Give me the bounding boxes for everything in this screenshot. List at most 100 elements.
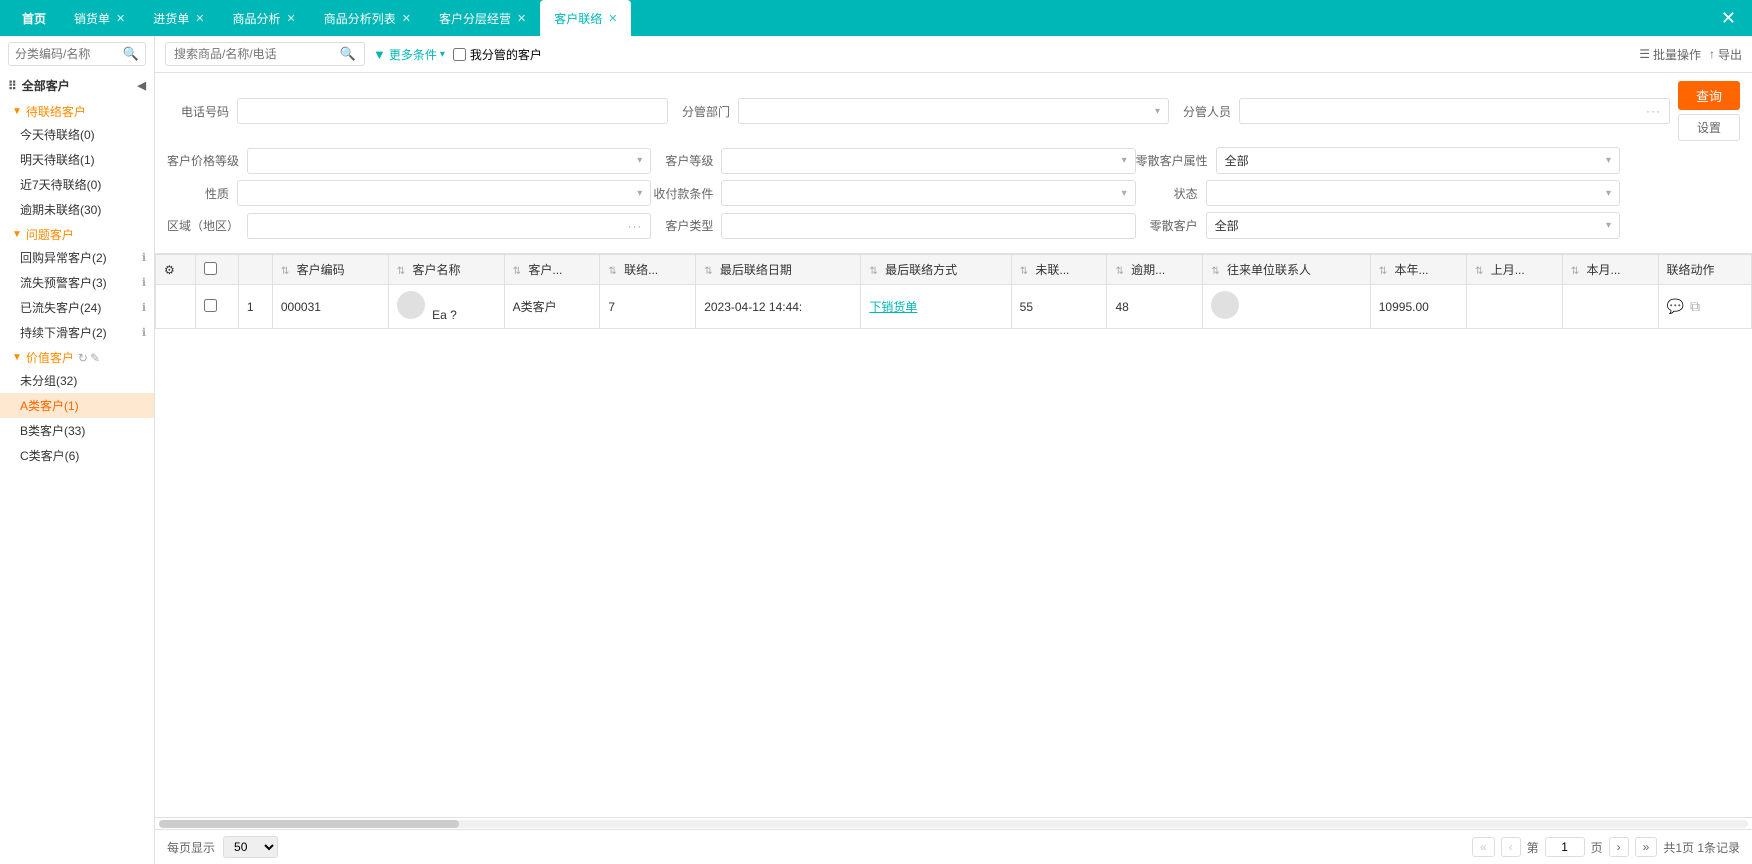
collapse-icon[interactable]: ◀	[138, 79, 146, 92]
last-page-button[interactable]: »	[1635, 837, 1658, 857]
export-button[interactable]: ↑ 导出	[1709, 46, 1742, 63]
sort-this-year-icon: ⇅	[1379, 266, 1387, 277]
sidebar-item-7days[interactable]: 近7天待联络(0)	[0, 172, 154, 197]
col-this-year[interactable]: ⇅ 本年...	[1370, 255, 1466, 285]
nav-customer-contact[interactable]: 客户联络 ✕	[540, 0, 631, 36]
dept-input[interactable]: ▾	[738, 98, 1169, 124]
col-name[interactable]: ⇅ 客户名称	[388, 255, 504, 285]
value-group-refresh[interactable]: ↻	[78, 351, 88, 365]
query-button[interactable]: 查询	[1678, 81, 1740, 110]
link-action-icon[interactable]: ⧉	[1690, 298, 1700, 315]
sidebar-item-overdue-contact[interactable]: 逾期未联络(30)	[0, 197, 154, 222]
row-checkbox-cell[interactable]	[195, 285, 238, 329]
region-input[interactable]: ···	[247, 213, 651, 239]
status-input[interactable]: ▾	[1206, 180, 1620, 206]
row-settings-cell	[156, 285, 196, 329]
nav-purchase[interactable]: 进货单 ✕	[139, 0, 218, 36]
person-input[interactable]: ···	[1239, 98, 1670, 124]
close-customer-contact-tab[interactable]: ✕	[608, 12, 617, 25]
first-page-button[interactable]: «	[1472, 837, 1495, 857]
comment-action-icon[interactable]: 💬	[1667, 298, 1684, 315]
phone-field: 电话号码	[167, 98, 668, 124]
value-group-edit[interactable]: ✎	[90, 351, 100, 365]
sort-unit-contact-icon: ⇅	[1211, 266, 1219, 277]
sidebar-search-input[interactable]	[15, 47, 123, 61]
nav-product-analysis[interactable]: 商品分析 ✕	[218, 0, 309, 36]
row-last-contact-method-cell[interactable]: 下销货单	[861, 285, 1011, 329]
settings-icon[interactable]: ⚙	[164, 263, 175, 277]
nav-sales[interactable]: 销货单 ✕	[60, 0, 139, 36]
row-action-cell: 💬 ⧉	[1658, 285, 1751, 329]
col-this-month[interactable]: ⇅ 本月...	[1562, 255, 1658, 285]
phone-input[interactable]	[237, 98, 668, 124]
customer-type-input[interactable]	[721, 213, 1135, 239]
col-unit-contact[interactable]: ⇅ 往来单位联系人	[1203, 255, 1371, 285]
sidebar-item-today[interactable]: 今天待联络(0)	[0, 122, 154, 147]
my-customers-checkbox[interactable]	[453, 48, 466, 61]
col-checkbox[interactable]	[195, 255, 238, 285]
scrollbar-thumb[interactable]	[159, 820, 459, 828]
sidebar-item-ungrouped[interactable]: 未分组(32)	[0, 368, 154, 393]
nav-home[interactable]: 首页	[8, 0, 60, 36]
col-overdue[interactable]: ⇅ 逾期...	[1107, 255, 1203, 285]
price-level-input[interactable]: ▾	[247, 148, 651, 174]
search-box[interactable]: 🔍	[165, 42, 365, 66]
horizontal-scrollbar[interactable]	[155, 817, 1752, 829]
close-purchase-tab[interactable]: ✕	[195, 12, 204, 25]
sidebar-search-box[interactable]: 🔍	[8, 42, 146, 66]
window-close-button[interactable]: ✕	[1713, 8, 1744, 29]
close-sales-tab[interactable]: ✕	[116, 12, 125, 25]
retail-customer-input[interactable]: 全部 ▾	[1206, 212, 1620, 239]
col-last-contact-method[interactable]: ⇅ 最后联络方式	[861, 255, 1011, 285]
close-customer-tier-tab[interactable]: ✕	[517, 12, 526, 25]
col-contact[interactable]: ⇅ 联络...	[600, 255, 696, 285]
col-last-month[interactable]: ⇅ 上月...	[1466, 255, 1562, 285]
row-checkbox[interactable]	[204, 299, 217, 312]
prev-page-button[interactable]: ‹	[1501, 837, 1521, 857]
settings-button[interactable]: 设置	[1678, 114, 1740, 141]
row-not-contacted-cell: 55	[1011, 285, 1107, 329]
nav-customer-tier[interactable]: 客户分层经营 ✕	[425, 0, 540, 36]
row-last-contact-date-cell: 2023-04-12 14:44:	[696, 285, 861, 329]
filter-icon: ▼	[373, 47, 386, 62]
filter-button[interactable]: ▼ 更多条件 ▾	[373, 46, 445, 63]
my-customers-filter[interactable]: 我分管的客户	[453, 46, 542, 63]
select-all-checkbox[interactable]	[204, 262, 217, 275]
arrow-problem: ▼	[12, 229, 22, 240]
col-not-contacted[interactable]: ⇅ 未联...	[1011, 255, 1107, 285]
sidebar-item-tomorrow[interactable]: 明天待联络(1)	[0, 147, 154, 172]
retail-customer-field: 零散客户 全部 ▾	[1136, 212, 1620, 239]
per-page-select[interactable]: 50 10 20 100	[223, 836, 278, 858]
col-type[interactable]: ⇅ 客户...	[504, 255, 600, 285]
payment-input[interactable]: ▾	[721, 180, 1135, 206]
next-page-button[interactable]: ›	[1609, 837, 1629, 857]
filter-row-1: 电话号码 分管部门 ▾ 分管人员 ··· 查询 设置	[167, 81, 1740, 141]
sidebar-item-class-b[interactable]: B类客户(33)	[0, 418, 154, 443]
close-product-analysis-list-tab[interactable]: ✕	[402, 12, 411, 25]
sidebar-item-churn-warning[interactable]: 流失预警客户(3) ℹ	[0, 270, 154, 295]
contact-method-link[interactable]: 下销货单	[869, 300, 917, 314]
group-value-customers[interactable]: ▼ 价值客户 ↻ ✎	[0, 345, 154, 368]
scrollbar-track	[159, 820, 1748, 828]
close-product-analysis-tab[interactable]: ✕	[287, 12, 296, 25]
group-problem-customers[interactable]: ▼ 问题客户	[0, 222, 154, 245]
nature-input[interactable]: ▾	[237, 180, 651, 206]
sidebar-item-class-a[interactable]: A类客户(1)	[0, 393, 154, 418]
all-customers-header[interactable]: ⠿ 全部客户 ◀	[0, 72, 154, 99]
page-number-input[interactable]	[1545, 837, 1585, 857]
sidebar-item-churned[interactable]: 已流失客户(24) ℹ	[0, 295, 154, 320]
col-last-contact-date[interactable]: ⇅ 最后联络日期	[696, 255, 861, 285]
sidebar-item-declining[interactable]: 持续下滑客户(2) ℹ	[0, 320, 154, 345]
customer-level-input[interactable]: ▾	[721, 148, 1135, 174]
sidebar-item-class-c[interactable]: C类客户(6)	[0, 443, 154, 468]
sidebar-item-repurchase-abnormal[interactable]: 回购异常客户(2) ℹ	[0, 245, 154, 270]
search-input[interactable]	[174, 47, 340, 61]
col-code[interactable]: ⇅ 客户编码	[272, 255, 388, 285]
col-settings[interactable]: ⚙	[156, 255, 196, 285]
batch-operations-button[interactable]: ☰ 批量操作	[1639, 46, 1701, 63]
main-layout: 🔍 ⠿ 全部客户 ◀ ▼ 待联络客户 今天待联络(0) 明天待联络(1) 近7天…	[0, 36, 1752, 864]
sort-code-icon: ⇅	[281, 266, 289, 277]
group-pending-contact[interactable]: ▼ 待联络客户	[0, 99, 154, 122]
retail-attr-input[interactable]: 全部 ▾	[1216, 147, 1620, 174]
nav-product-analysis-list[interactable]: 商品分析列表 ✕	[310, 0, 425, 36]
